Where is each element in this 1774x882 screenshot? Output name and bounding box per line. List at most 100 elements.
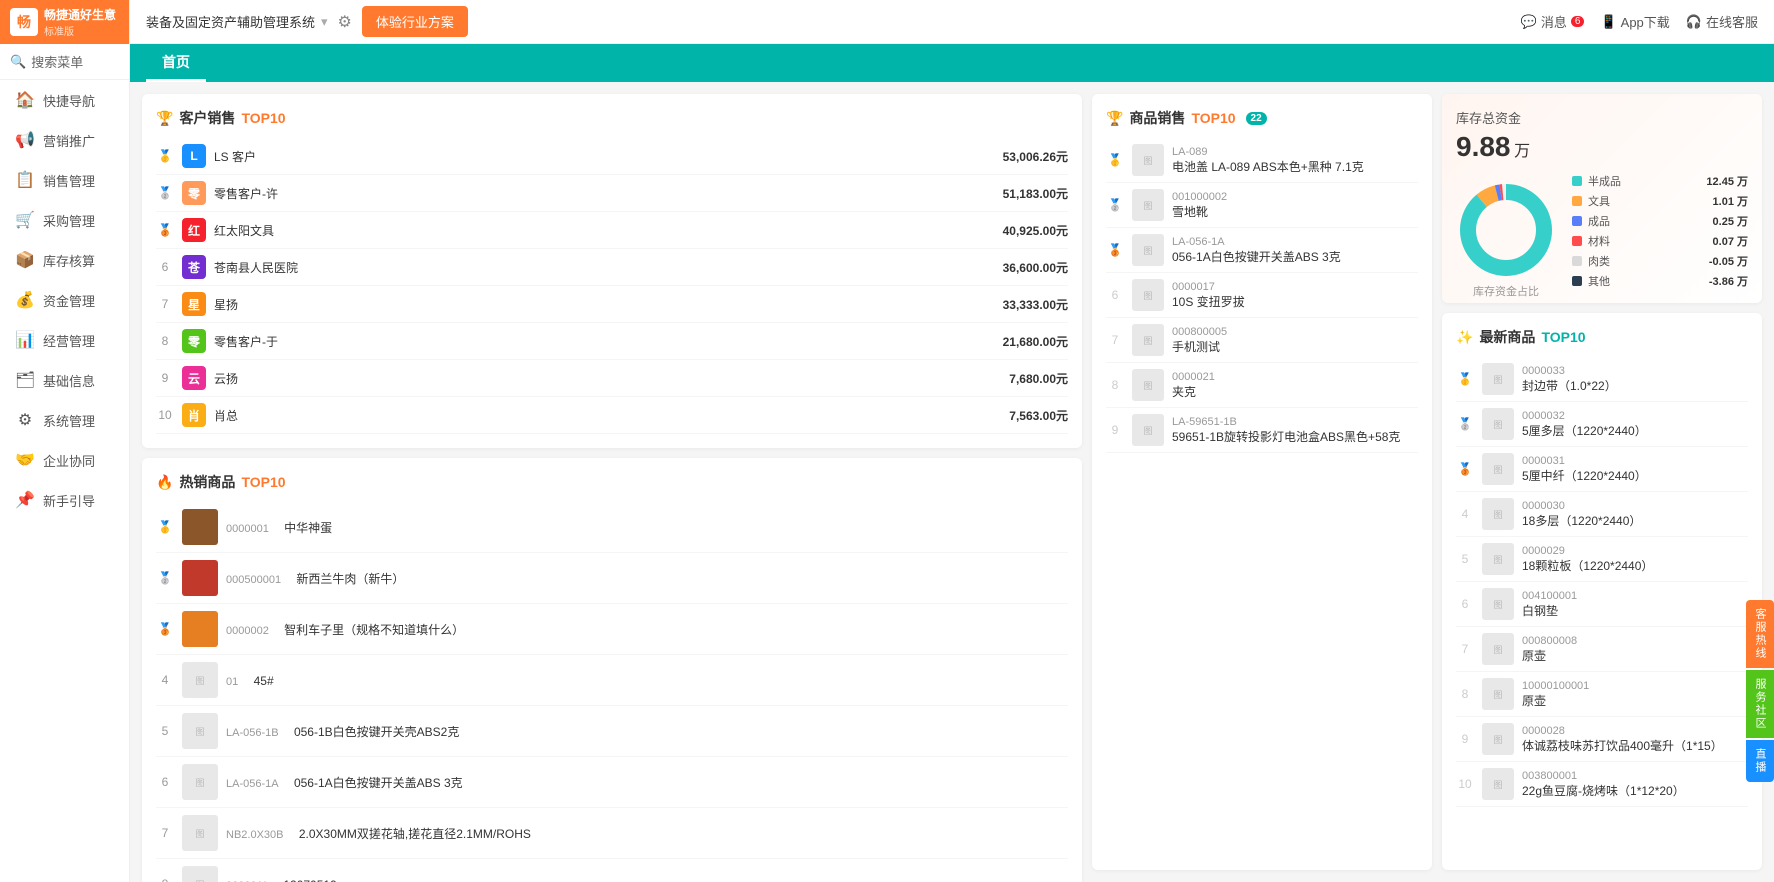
rank-number: 6 — [156, 260, 174, 274]
new-product-rank: 🥉 — [1456, 462, 1474, 476]
new-product-item: 🥇 图 0000033 封边带（1.0*22） — [1456, 357, 1748, 402]
hot-code: LA-056-1B — [226, 727, 279, 739]
hot-rank: 7 — [156, 826, 174, 840]
new-product-rank: 5 — [1456, 552, 1474, 566]
sidebar-item-marketing[interactable]: 📢 营销推广 — [0, 120, 129, 160]
settings-icon[interactable]: ⚙ — [338, 12, 352, 32]
new-product-item: 🥈 图 0000032 5厘多层（1220*2440） — [1456, 402, 1748, 447]
new-product-code: 0000033 — [1522, 365, 1748, 377]
hot-info: LA-056-1B 056-1B白色按键开关壳ABS2克 — [226, 723, 1068, 740]
sidebar-item-system[interactable]: ⚙ 系统管理 — [0, 400, 129, 440]
new-product-name: 5厘中纤（1220*2440） — [1522, 467, 1748, 484]
search-menu[interactable]: 🔍 搜索菜单 — [0, 44, 129, 80]
hot-rank: 6 — [156, 775, 174, 789]
legend-color — [1572, 176, 1582, 186]
topbar: 装备及固定资产辅助管理系统 ▾ ⚙ 体验行业方案 💬 消息 6 📱 App下载 … — [130, 0, 1774, 44]
sidebar-item-finance[interactable]: 💰 资金管理 — [0, 280, 129, 320]
product-thumb: 图 — [1132, 189, 1164, 221]
hot-code: 01 — [226, 676, 238, 688]
hot-thumb: 图 — [182, 662, 218, 698]
float-service: 客服热线 服务社区 直播 — [1746, 600, 1774, 782]
product-name: 雪地靴 — [1172, 203, 1418, 220]
home-tab[interactable]: 首页 — [146, 44, 206, 82]
rank-num: 8 — [1106, 378, 1124, 392]
product-thumb: 图 — [1132, 234, 1164, 266]
product-sale-card: 🏆 商品销售 TOP10 22 🥇 图 LA-089 电池盖 LA-089 AB… — [1092, 94, 1432, 870]
customer-value: 33,333.00元 — [1003, 296, 1068, 313]
hot-info: 000500001 新西兰牛肉（新牛） — [226, 570, 1068, 587]
customer-name: 肖总 — [214, 407, 1001, 424]
sidebar-item-operations[interactable]: 📊 经营管理 — [0, 320, 129, 360]
right-column: 库存总资金 9.88 万 — [1442, 94, 1762, 870]
product-name: 056-1A白色按键开关盖ABS 3克 — [1172, 248, 1418, 265]
inventory-icon: 📦 — [15, 250, 35, 270]
message-button[interactable]: 💬 消息 6 — [1521, 12, 1585, 31]
product-name: 10S 变扭罗拔 — [1172, 293, 1418, 310]
sidebar-item-enterprise[interactable]: 🤝 企业协同 — [0, 440, 129, 480]
product-info: LA-59651-1B 59651-1B旋转投影灯电池盒ABS黑色+58克 — [1172, 416, 1418, 445]
sidebar-logo: 畅 畅捷通好生意 标准版 — [0, 0, 129, 44]
product-sale-item: 🥇 图 LA-089 电池盖 LA-089 ABS本色+黑种 7.1克 — [1106, 138, 1418, 183]
sidebar-item-guide[interactable]: 📌 新手引导 — [0, 480, 129, 520]
customer-avatar: 肖 — [182, 403, 206, 427]
product-sale-item: 6 图 0000017 10S 变扭罗拔 — [1106, 273, 1418, 318]
customer-name: 红太阳文具 — [214, 222, 995, 239]
legend-color — [1572, 236, 1582, 246]
product-sale-item: 8 图 0000021 夹克 — [1106, 363, 1418, 408]
sidebar-item-purchase[interactable]: 🛒 采购管理 — [0, 200, 129, 240]
new-product-thumb: 图 — [1482, 588, 1514, 620]
legend-name: 其他 — [1588, 273, 1703, 289]
product-sale-item: 9 图 LA-59651-1B 59651-1B旋转投影灯电池盒ABS黑色+58… — [1106, 408, 1418, 453]
sidebar-item-inventory[interactable]: 📦 库存核算 — [0, 240, 129, 280]
hot-name: 新西兰牛肉（新牛） — [284, 572, 404, 586]
customer-rank-list: 🥇 L LS 客户 53,006.26元 🥈 零 零售客户-许 51,183.0… — [156, 138, 1068, 434]
trial-button[interactable]: 体验行业方案 — [362, 6, 468, 37]
hot-name: 智利车子里（规格不知道填什么） — [272, 623, 464, 637]
customer-avatar: 零 — [182, 181, 206, 205]
product-info: 001000002 雪地靴 — [1172, 191, 1418, 220]
finance-icon: 💰 — [15, 290, 35, 310]
sidebar-item-basic[interactable]: 🗂 基础信息 — [0, 360, 129, 400]
customer-service-button[interactable]: 客服热线 — [1746, 600, 1774, 668]
product-thumb: 图 — [1132, 144, 1164, 176]
product-info: 0000017 10S 变扭罗拔 — [1172, 281, 1418, 310]
sidebar-item-sales[interactable]: 📋 销售管理 — [0, 160, 129, 200]
customer-avatar: 红 — [182, 218, 206, 242]
app-download-button[interactable]: 📱 App下载 — [1600, 12, 1669, 31]
legend-name: 成品 — [1588, 213, 1707, 229]
system-icon: ⚙ — [15, 410, 35, 430]
product-code: LA-056-1A — [1172, 236, 1418, 248]
new-product-rank: 9 — [1456, 732, 1474, 746]
new-product-info: 0000031 5厘中纤（1220*2440） — [1522, 455, 1748, 484]
main-area: 装备及固定资产辅助管理系统 ▾ ⚙ 体验行业方案 💬 消息 6 📱 App下载 … — [130, 0, 1774, 882]
new-product-item: 6 图 004100001 白钢垫 — [1456, 582, 1748, 627]
live-button[interactable]: 直播 — [1746, 740, 1774, 782]
new-product-info: 000800008 原壶 — [1522, 635, 1748, 664]
rank-num: 🥇 — [1106, 153, 1124, 167]
system-title: 装备及固定资产辅助管理系统 ▾ — [146, 12, 328, 31]
legend-value: 1.01 万 — [1713, 193, 1748, 209]
new-product-name: 体诚荔枝味苏打饮品400毫升（1*15） — [1522, 737, 1748, 754]
rank-num: 6 — [1106, 288, 1124, 302]
customer-value: 21,680.00元 — [1003, 333, 1068, 350]
online-service-button[interactable]: 🎧 在线客服 — [1686, 12, 1758, 31]
product-sale-item: 7 图 000800005 手机测试 — [1106, 318, 1418, 363]
product-info: LA-056-1A 056-1A白色按键开关盖ABS 3克 — [1172, 236, 1418, 265]
hot-code: 0000002 — [226, 625, 269, 637]
customer-name: 云扬 — [214, 370, 1001, 387]
marketing-icon: 📢 — [15, 130, 35, 150]
sidebar-item-quicknav[interactable]: 🏠 快捷导航 — [0, 80, 129, 120]
customer-name: 零售客户-许 — [214, 185, 995, 202]
hot-thumb: 图 — [182, 815, 218, 851]
community-button[interactable]: 服务社区 — [1746, 670, 1774, 738]
purchase-icon: 🛒 — [15, 210, 35, 230]
new-product-info: 0000029 18颗粒板（1220*2440） — [1522, 545, 1748, 574]
customer-name: LS 客户 — [214, 148, 995, 165]
hot-rank: 🥈 — [156, 571, 174, 585]
new-product-thumb: 图 — [1482, 453, 1514, 485]
hot-info: NB2.0X30B 2.0X30MM双搓花轴,搓花直径2.1MM/ROHS — [226, 825, 1068, 842]
new-product-rank: 8 — [1456, 687, 1474, 701]
rank-number: 🥈 — [156, 186, 174, 200]
rank-num: 🥉 — [1106, 243, 1124, 257]
hot-product-item: 🥈 000500001 新西兰牛肉（新牛） — [156, 553, 1068, 604]
